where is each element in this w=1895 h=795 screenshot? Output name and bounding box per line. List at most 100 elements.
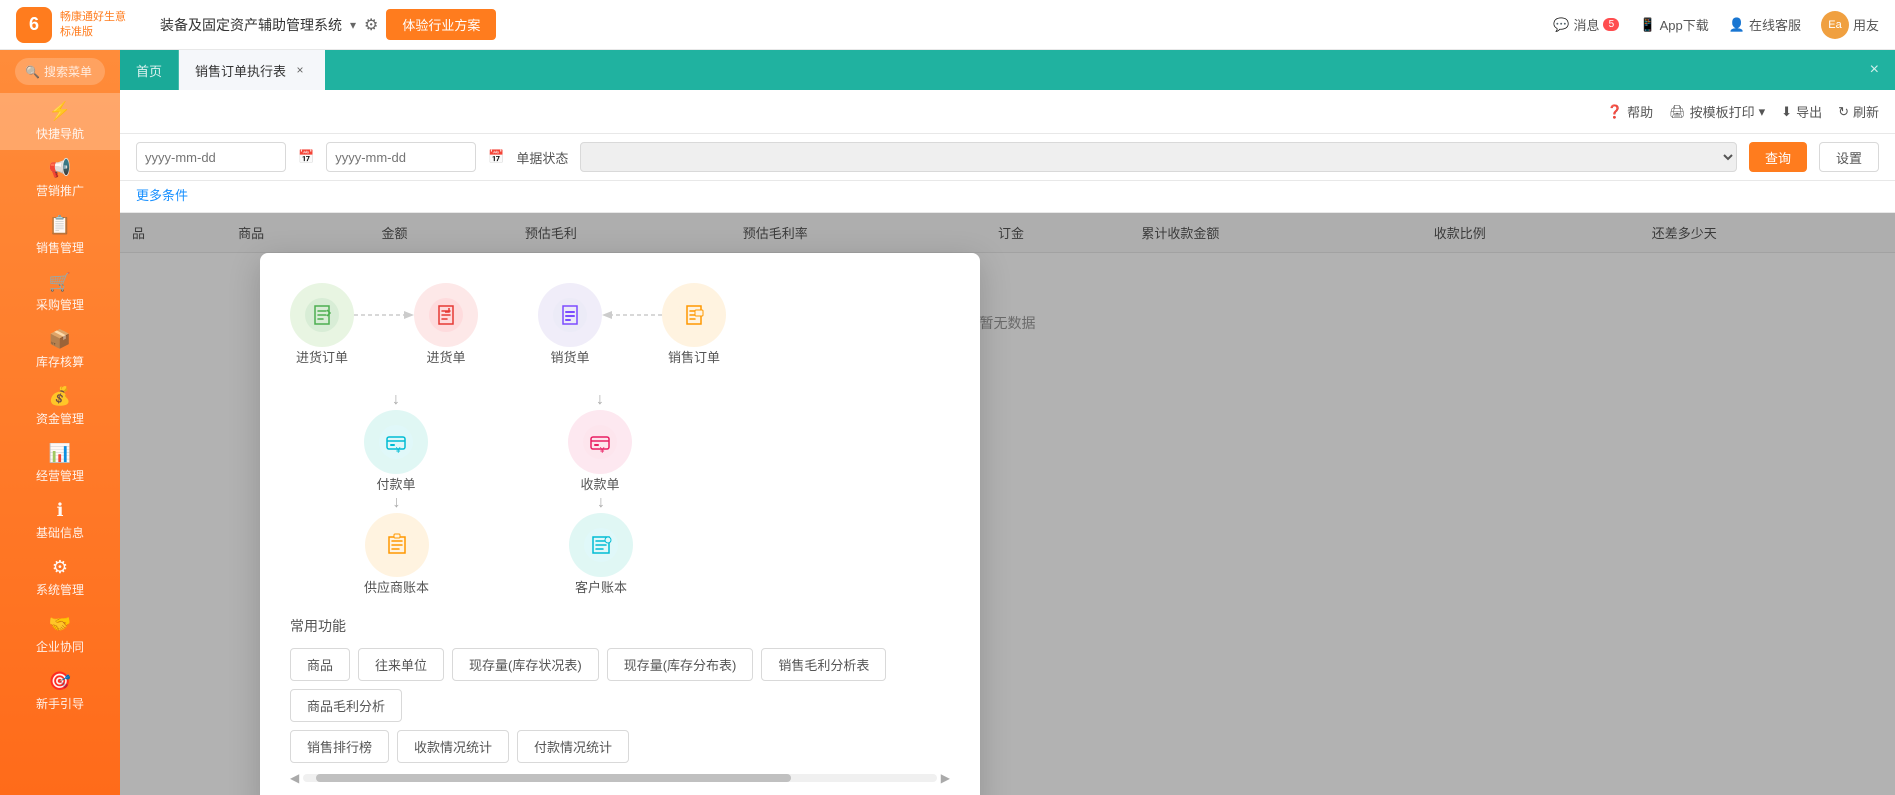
sidebar-item-enterprise[interactable]: 🤝 企业协同 (0, 606, 120, 663)
func-btn-5[interactable]: 商品毛利分析 (290, 689, 402, 722)
arrow-down-1: ↓ (392, 392, 400, 408)
user-action[interactable]: Ea 用友 (1821, 11, 1879, 39)
flow-node-customer[interactable]: 客户账本 (569, 513, 633, 596)
guide-icon: 🎯 (49, 671, 71, 692)
func-buttons-row1: 商品 往来单位 现存量(库存状况表) 现存量(库存分布表) 销售毛利分析表 商品… (290, 648, 950, 722)
sidebar-item-label-3: 采购管理 (36, 296, 84, 313)
template-print-btn[interactable]: 🖨 按模板打印 ▾ (1669, 102, 1765, 121)
sidebar-item-guide[interactable]: 🎯 新手引导 (0, 663, 120, 720)
func-btn-3[interactable]: 现存量(库存分布表) (607, 648, 754, 681)
customer-label: 客户账本 (575, 577, 627, 596)
func-btn-7[interactable]: 收款情况统计 (397, 730, 509, 763)
user-name: 用友 (1853, 15, 1879, 34)
system-title: 装备及固定资产辅助管理系统 (160, 15, 342, 35)
flow-node-sale[interactable]: 销货单 (538, 283, 602, 366)
modal-box: 进货订单 (260, 253, 980, 795)
sidebar-item-label-4: 库存核算 (36, 353, 84, 370)
sidebar-item-label-10: 新手引导 (36, 695, 84, 712)
scroll-right-btn[interactable]: ▶ (941, 771, 950, 785)
help-btn[interactable]: ❓ 帮助 (1607, 102, 1653, 121)
calendar-icon-2[interactable]: 📅 (488, 149, 504, 165)
search-button[interactable]: 查询 (1749, 142, 1807, 172)
trial-button[interactable]: 体验行业方案 (386, 9, 496, 40)
top-header: 6 畅康通好生意 标准版 装备及固定资产辅助管理系统 ▾ ⚙ 体验行业方案 💬 … (0, 0, 1895, 50)
sidebar-item-label-6: 经营管理 (36, 467, 84, 484)
flow-node-sale-order[interactable]: 销售订单 (662, 283, 726, 366)
func-btn-1[interactable]: 往来单位 (358, 648, 444, 681)
message-action[interactable]: 💬 消息 5 (1553, 15, 1619, 34)
flow-node-supplier[interactable]: 供应商账本 (364, 513, 429, 596)
sidebar-item-sales[interactable]: 📋 销售管理 (0, 207, 120, 264)
status-label: 单据状态 (516, 148, 568, 167)
purchase-circle (414, 283, 478, 347)
flow-diagram-row3: ↓ 供应商账本 (364, 493, 950, 596)
print-icon: 🖨 (1669, 104, 1686, 120)
sidebar-search[interactable]: 🔍 搜索菜单 (15, 58, 105, 85)
set-button[interactable]: 设置 (1819, 142, 1879, 172)
help-label: 帮助 (1627, 102, 1653, 121)
func-btn-4[interactable]: 销售毛利分析表 (761, 648, 886, 681)
scroll-left-btn[interactable]: ◀ (290, 771, 299, 785)
sidebar-item-inventory[interactable]: 📦 库存核算 (0, 321, 120, 378)
tab-active-label: 销售订单执行表 (195, 61, 286, 80)
flow-node-receipt[interactable]: ¥ 收款单 (568, 410, 632, 493)
app-download-action[interactable]: 📱 App下载 (1639, 15, 1708, 34)
refresh-btn[interactable]: ↻ 刷新 (1838, 102, 1879, 121)
window-close-btn[interactable]: × (1854, 61, 1895, 79)
basic-info-icon: ℹ (57, 500, 64, 521)
func-btn-8[interactable]: 付款情况统计 (517, 730, 629, 763)
func-btn-0[interactable]: 商品 (290, 648, 350, 681)
sidebar-item-operations[interactable]: 📊 经营管理 (0, 435, 120, 492)
sidebar-item-basic-info[interactable]: ℹ 基础信息 (0, 492, 120, 549)
tab-sales-order[interactable]: 销售订单执行表 × (179, 50, 325, 90)
sidebar-item-marketing[interactable]: 📢 营销推广 (0, 150, 120, 207)
content-area: 首页 销售订单执行表 × × ❓ 帮助 🖨 按模板打印 ▾ ⬇ 导出 (120, 50, 1895, 795)
customer-circle (569, 513, 633, 577)
settings-icon[interactable]: ⚙ (364, 15, 378, 35)
flow-node-purchase-order[interactable]: 进货订单 (290, 283, 354, 366)
payment-circle: ¥ (364, 410, 428, 474)
logo-area: 6 畅康通好生意 标准版 (16, 7, 136, 43)
flow-node-purchase[interactable]: 进货单 (414, 283, 478, 366)
sidebar-item-purchase[interactable]: 🛒 采购管理 (0, 264, 120, 321)
sidebar-item-system[interactable]: ⚙ 系统管理 (0, 549, 120, 606)
date-input-2[interactable] (326, 142, 476, 172)
date-input[interactable] (136, 142, 286, 172)
toolbar: ❓ 帮助 🖨 按模板打印 ▾ ⬇ 导出 ↻ 刷新 (120, 90, 1895, 134)
sidebar-item-label-5: 资金管理 (36, 410, 84, 427)
flow-col-supplier: ↓ 供应商账本 (364, 493, 429, 596)
calendar-icon[interactable]: 📅 (298, 149, 314, 165)
online-service-label: 在线客服 (1749, 15, 1801, 34)
func-btn-6[interactable]: 销售排行榜 (290, 730, 389, 763)
flow-node-payment[interactable]: ¥ 付款单 (364, 410, 428, 493)
tab-home[interactable]: 首页 (120, 50, 179, 90)
sale-order-circle (662, 283, 726, 347)
sale-circle (538, 283, 602, 347)
message-label: 消息 (1573, 15, 1599, 34)
supplier-label: 供应商账本 (364, 577, 429, 596)
help-icon: ❓ (1607, 104, 1623, 120)
svg-text:¥: ¥ (599, 446, 605, 455)
sidebar-item-label-2: 销售管理 (36, 239, 84, 256)
system-dropdown-icon[interactable]: ▾ (350, 18, 356, 32)
logo-icon: 6 (16, 7, 52, 43)
sidebar-item-finance[interactable]: 💰 资金管理 (0, 378, 120, 435)
sales-icon: 📋 (49, 215, 71, 236)
filter-bar: 📅 📅 单据状态 查询 设置 (120, 134, 1895, 181)
scroll-thumb[interactable] (316, 774, 791, 782)
modal-overlay: 进货订单 (120, 213, 1895, 795)
arrow-down-3: ↓ (393, 495, 401, 511)
sidebar-item-quick-nav[interactable]: ⚡ 快捷导航 (0, 93, 120, 150)
func-btn-2[interactable]: 现存量(库存状况表) (452, 648, 599, 681)
print-dropdown-icon: ▾ (1759, 104, 1766, 120)
online-service-action[interactable]: 👤 在线客服 (1729, 15, 1801, 34)
system-icon: ⚙ (52, 557, 68, 578)
message-icon: 💬 (1553, 17, 1569, 33)
service-icon: 👤 (1729, 17, 1745, 33)
status-select[interactable] (580, 142, 1737, 172)
more-conditions-link[interactable]: 更多条件 (136, 188, 188, 203)
tab-close-btn[interactable]: × (292, 62, 308, 78)
purchase-order-label: 进货订单 (296, 347, 348, 366)
flow-diagram-row1: 进货订单 (290, 283, 950, 366)
export-btn[interactable]: ⬇ 导出 (1781, 102, 1822, 121)
